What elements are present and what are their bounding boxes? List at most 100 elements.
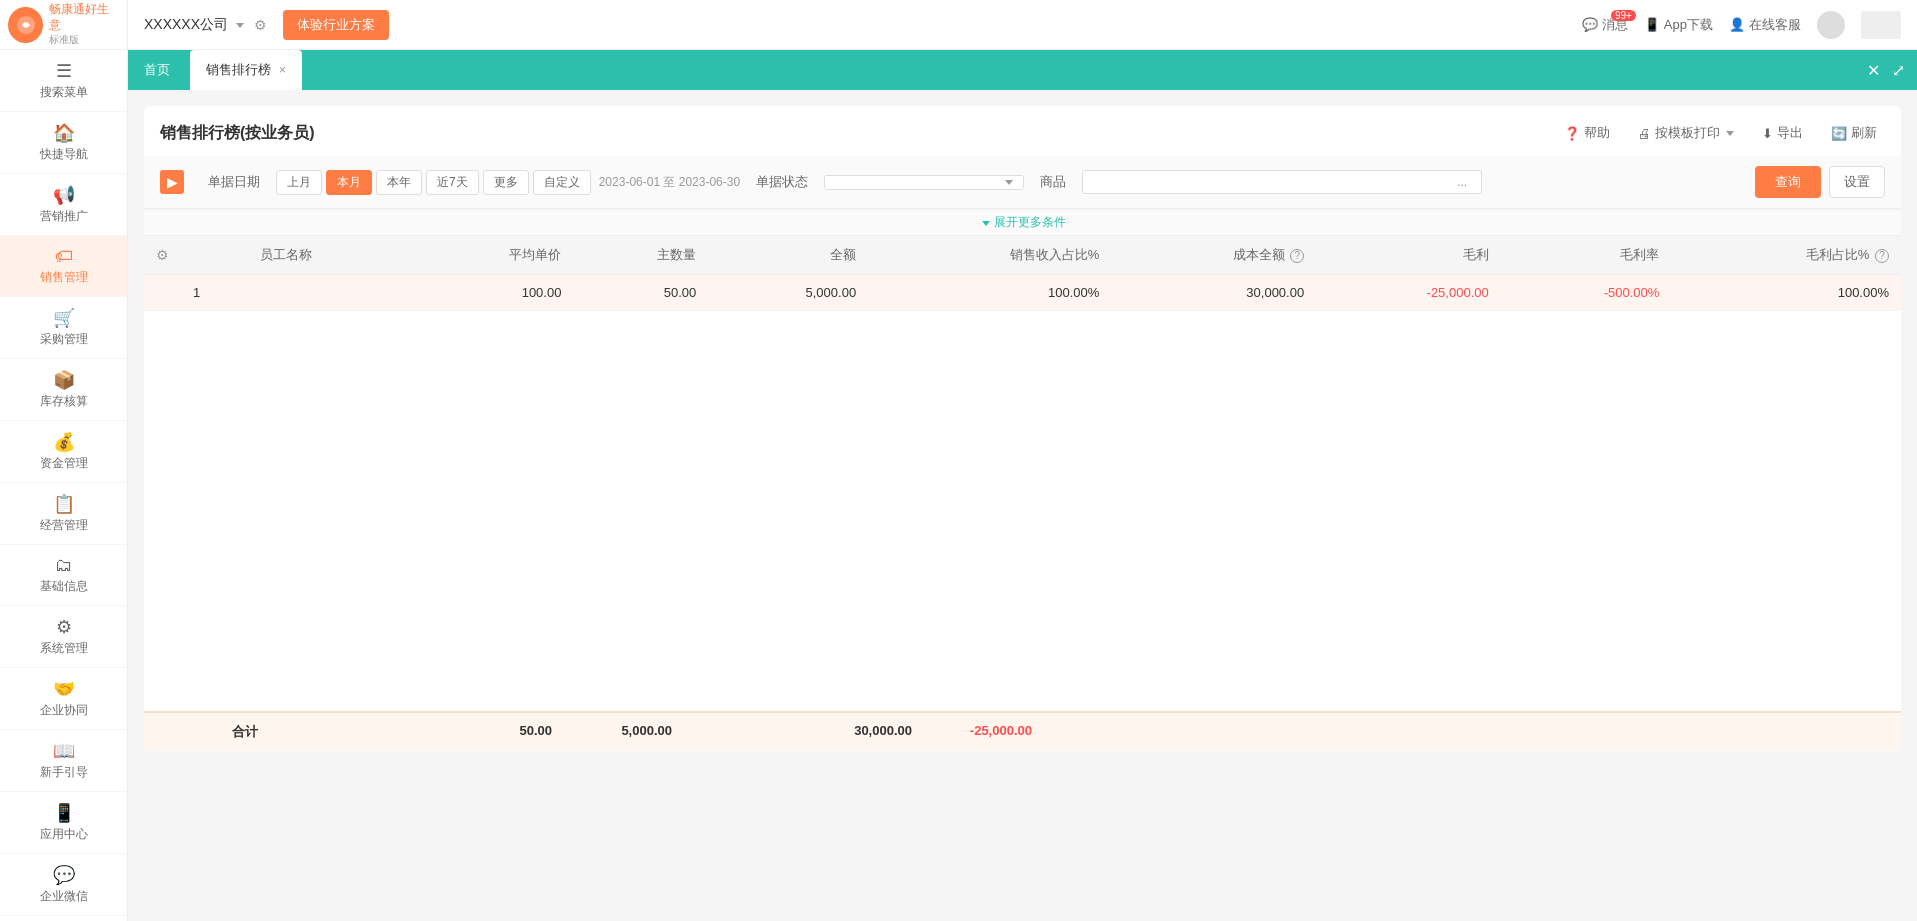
window-close-icon[interactable]: ✕ — [1867, 61, 1880, 80]
sidebar-item-system[interactable]: ⚙ 系统管理 — [0, 606, 127, 668]
footer-cost: 30,000.00 — [792, 723, 912, 741]
row-sales-pct: 100.00% — [868, 275, 1111, 311]
sidebar-item-sales[interactable]: 🏷 销售管理 — [0, 236, 127, 297]
logo-icon — [8, 7, 43, 43]
col-settings: ⚙ — [144, 236, 181, 275]
refresh-button[interactable]: 🔄 刷新 — [1823, 120, 1885, 146]
sidebar-item-basic-label: 基础信息 — [40, 578, 88, 595]
tab-sales-ranking-label: 销售排行榜 — [206, 61, 271, 79]
settings-gear-icon[interactable]: ⚙ — [254, 17, 267, 33]
footer-gross: -25,000.00 — [912, 723, 1032, 741]
message-button[interactable]: 💬 消息 99+ — [1582, 16, 1628, 34]
date-7days-btn[interactable]: 近7天 — [426, 170, 479, 195]
logo-svg — [15, 14, 37, 36]
app-label: App下载 — [1664, 16, 1713, 34]
tab-home-label: 首页 — [144, 61, 170, 79]
app-download-button[interactable]: 📱 App下载 — [1644, 16, 1713, 34]
sidebar-item-member[interactable]: 👑 畅会员 — [0, 916, 127, 921]
row-avg-price: 100.00 — [411, 275, 574, 311]
product-filter-dots[interactable]: ... — [1453, 175, 1471, 189]
row-qty: 50.00 — [573, 275, 708, 311]
sidebar-item-purchase[interactable]: 🛒 采购管理 — [0, 297, 127, 359]
message-badge: 99+ — [1611, 10, 1636, 21]
date-current-month-btn[interactable]: 本月 — [326, 170, 372, 195]
date-filter-group: 上月 本月 本年 近7天 更多 自定义 2023-06-01 至 2023-06… — [276, 170, 740, 195]
gross-pct-info-icon[interactable]: ? — [1875, 249, 1889, 263]
service-label: 在线客服 — [1749, 16, 1801, 34]
tab-sales-ranking[interactable]: 销售排行榜 × — [190, 50, 302, 90]
sidebar-item-marketing-label: 营销推广 — [40, 208, 88, 225]
tab-close-icon[interactable]: × — [279, 63, 286, 77]
sidebar-item-collab[interactable]: 🤝 企业协同 — [0, 668, 127, 730]
date-range-display: 2023-06-01 至 2023-06-30 — [599, 174, 740, 191]
col-gross: 毛利 — [1316, 236, 1501, 275]
sidebar-item-finance[interactable]: 💰 资金管理 — [0, 421, 127, 483]
product-filter-input[interactable]: ... — [1082, 170, 1482, 194]
footer-label: 合计 — [232, 723, 352, 741]
cost-info-icon[interactable]: ? — [1290, 249, 1304, 263]
sidebar-item-guide[interactable]: 📖 新手引导 — [0, 730, 127, 792]
row-settings — [144, 275, 181, 311]
sidebar-item-wechat[interactable]: 💬 企业微信 — [0, 854, 127, 916]
export-button[interactable]: ⬇ 导出 — [1754, 120, 1811, 146]
window-expand-icon[interactable]: ⤢ — [1892, 61, 1905, 80]
inventory-icon: 📦 — [53, 369, 75, 391]
online-service-button[interactable]: 👤 在线客服 — [1729, 16, 1801, 34]
sidebar-item-operations[interactable]: 📋 经营管理 — [0, 483, 127, 545]
date-last-month-btn[interactable]: 上月 — [276, 170, 322, 195]
tab-home[interactable]: 首页 — [128, 50, 186, 90]
home-icon: 🏠 — [53, 122, 75, 144]
sidebar-item-purchase-label: 采购管理 — [40, 331, 88, 348]
sidebar-item-wechat-label: 企业微信 — [40, 888, 88, 905]
logo-main-text: 畅康通好生意 — [49, 2, 119, 33]
page-header: 销售排行榜(按业务员) ❓ 帮助 🖨 按模板打印 ⬇ 导出 🔄 刷新 — [144, 106, 1901, 156]
guide-icon: 📖 — [53, 740, 75, 762]
filter-area: ▶ 单据日期 上月 本月 本年 近7天 更多 自定义 2023-06-01 至 … — [144, 156, 1901, 209]
expand-conditions-row: 展开更多条件 — [144, 209, 1901, 236]
help-button[interactable]: ❓ 帮助 — [1556, 120, 1618, 146]
print-button[interactable]: 🖨 按模板打印 — [1630, 120, 1742, 146]
purchase-icon: 🛒 — [53, 307, 75, 329]
date-more-btn[interactable]: 更多 — [483, 170, 529, 195]
table-area: ⚙ 员工名称 平均单价 主数量 全额 销售收入占比% 成本全额 ? 毛利 — [144, 236, 1901, 311]
col-amount: 全额 — [708, 236, 868, 275]
content-card: 销售排行榜(按业务员) ❓ 帮助 🖨 按模板打印 ⬇ 导出 🔄 刷新 — [144, 106, 1901, 751]
query-button[interactable]: 查询 — [1755, 166, 1821, 198]
action-buttons: 查询 设置 — [1755, 166, 1885, 198]
sidebar-item-appstore[interactable]: 📱 应用中心 — [0, 792, 127, 854]
chevron-down-icon — [980, 216, 990, 230]
sidebar-item-inventory[interactable]: 📦 库存核算 — [0, 359, 127, 421]
filter-toggle-button[interactable]: ▶ — [160, 170, 184, 194]
trial-button[interactable]: 体验行业方案 — [283, 10, 389, 40]
user-name-display — [1861, 11, 1901, 39]
status-filter-select[interactable] — [824, 175, 1024, 190]
date-custom-btn[interactable]: 自定义 — [533, 170, 591, 195]
table-body: 1 100.00 50.00 5,000.00 100.00% 30,000.0… — [144, 275, 1901, 311]
row-gross-rate: -500.00% — [1501, 275, 1672, 311]
wechat-icon: 💬 — [53, 864, 75, 886]
collab-icon: 🤝 — [53, 678, 75, 700]
table-header: ⚙ 员工名称 平均单价 主数量 全额 销售收入占比% 成本全额 ? 毛利 — [144, 236, 1901, 275]
company-selector[interactable]: XXXXXX公司 ⚙ — [144, 16, 267, 34]
sidebar-item-collab-label: 企业协同 — [40, 702, 88, 719]
table-empty-space — [144, 311, 1901, 711]
status-dropdown-icon — [1005, 180, 1013, 185]
help-label: 帮助 — [1584, 124, 1610, 142]
settings-button[interactable]: 设置 — [1829, 166, 1885, 198]
company-dropdown-icon — [234, 17, 244, 33]
sidebar-item-shortcuts[interactable]: 🏠 快捷导航 — [0, 112, 127, 174]
column-settings-icon[interactable]: ⚙ — [156, 247, 169, 263]
main-content: 销售排行榜(按业务员) ❓ 帮助 🖨 按模板打印 ⬇ 导出 🔄 刷新 — [128, 90, 1917, 921]
user-avatar[interactable] — [1817, 11, 1845, 39]
data-table: ⚙ 员工名称 平均单价 主数量 全额 销售收入占比% 成本全额 ? 毛利 — [144, 236, 1901, 311]
row-employee — [248, 275, 411, 311]
footer-qty: 50.00 — [452, 723, 552, 741]
col-gross-pct: 毛利占比% ? — [1671, 236, 1901, 275]
sidebar-item-search[interactable]: ☰ 搜索菜单 — [0, 50, 127, 112]
sidebar-item-basic[interactable]: 🗂 基础信息 — [0, 545, 127, 606]
sidebar-item-marketing[interactable]: 📢 营销推广 — [0, 174, 127, 236]
date-year-btn[interactable]: 本年 — [376, 170, 422, 195]
expand-conditions-button[interactable]: 展开更多条件 — [980, 214, 1066, 231]
sidebar-item-sales-label: 销售管理 — [40, 269, 88, 286]
page-actions: ❓ 帮助 🖨 按模板打印 ⬇ 导出 🔄 刷新 — [1556, 120, 1885, 146]
